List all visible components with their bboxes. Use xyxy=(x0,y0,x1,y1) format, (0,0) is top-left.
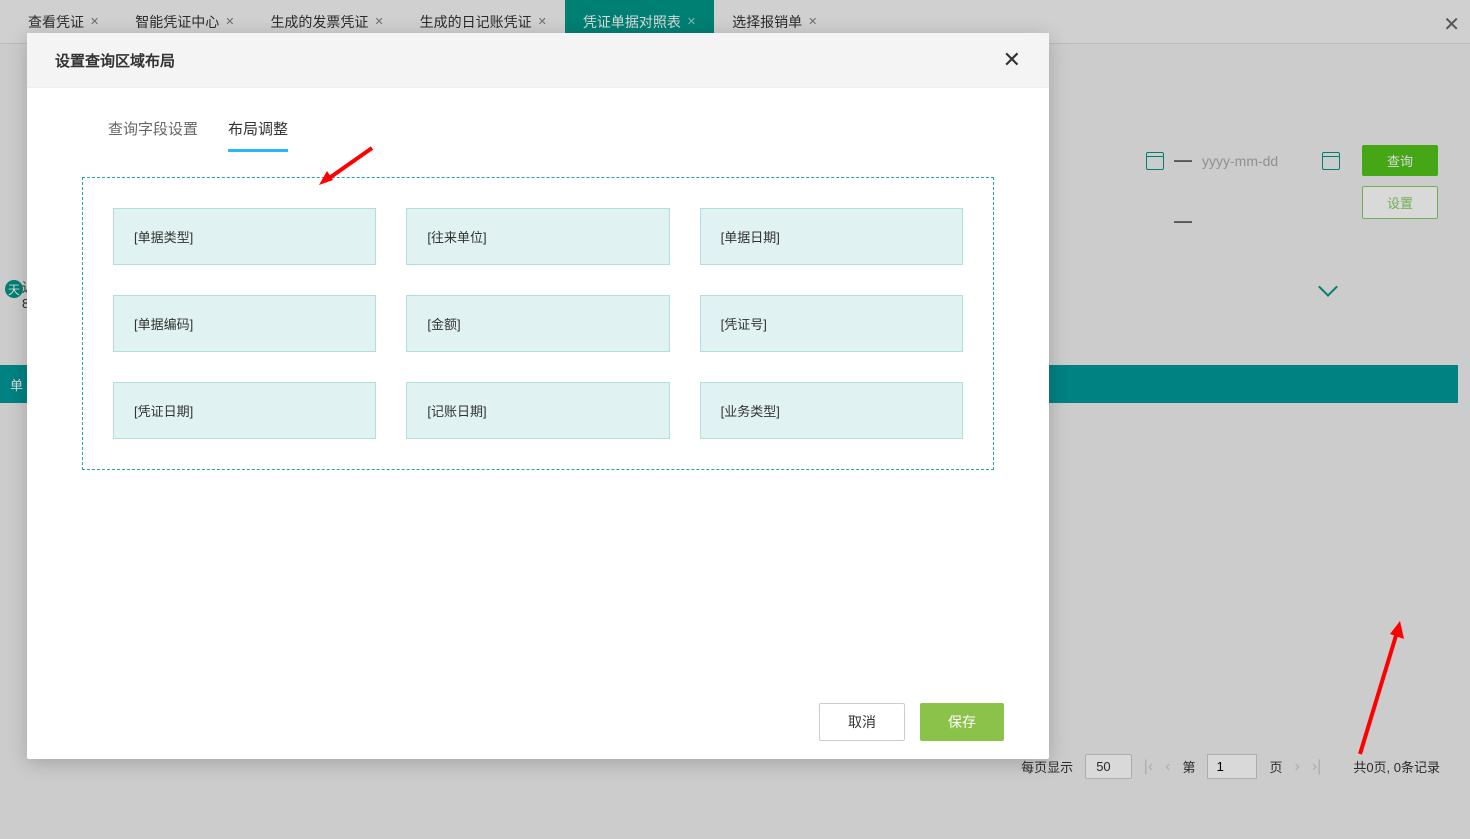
field-partner[interactable]: [往来单位] xyxy=(406,208,669,265)
modal-title: 设置查询区域布局 xyxy=(55,50,175,71)
tab-query-fields[interactable]: 查询字段设置 xyxy=(108,118,198,152)
field-doc-type[interactable]: [单据类型] xyxy=(113,208,376,265)
save-button[interactable]: 保存 xyxy=(920,703,1004,741)
field-business-type[interactable]: [业务类型] xyxy=(700,382,963,439)
modal-tabs: 查询字段设置 布局调整 xyxy=(108,118,994,152)
field-booking-date[interactable]: [记账日期] xyxy=(406,382,669,439)
field-doc-code[interactable]: [单据编码] xyxy=(113,295,376,352)
cancel-button[interactable]: 取消 xyxy=(819,703,905,741)
tab-layout-adjust[interactable]: 布局调整 xyxy=(228,118,288,152)
field-amount[interactable]: [金额] xyxy=(406,295,669,352)
modal-header: 设置查询区域布局 ✕ xyxy=(27,33,1049,88)
field-doc-date[interactable]: [单据日期] xyxy=(700,208,963,265)
layout-settings-modal: 设置查询区域布局 ✕ 查询字段设置 布局调整 [单据类型] [往来单位] [单据… xyxy=(27,33,1049,759)
field-voucher-date[interactable]: [凭证日期] xyxy=(113,382,376,439)
modal-close-icon[interactable]: ✕ xyxy=(1003,49,1021,71)
modal-footer: 取消 保存 xyxy=(27,685,1049,759)
layout-grid: [单据类型] [往来单位] [单据日期] [单据编码] [金额] [凭证号] [… xyxy=(82,177,994,470)
field-voucher-no[interactable]: [凭证号] xyxy=(700,295,963,352)
